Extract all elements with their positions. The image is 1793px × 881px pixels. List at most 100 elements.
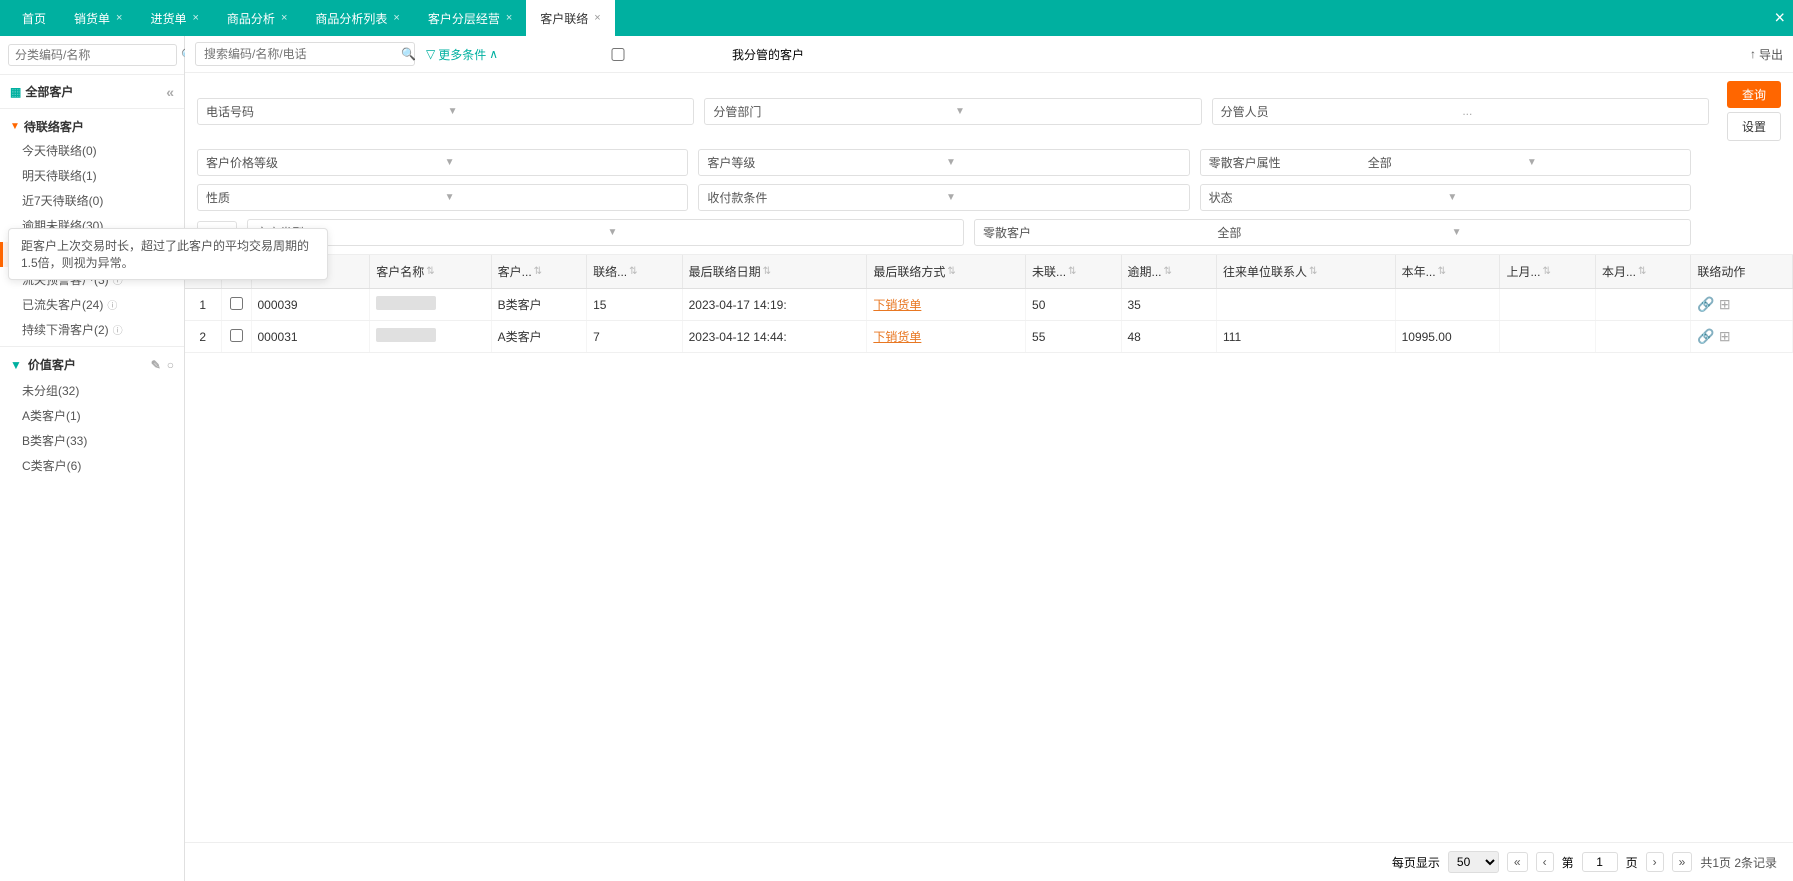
sidebar-item-ungroup[interactable]: 未分组(32) [0, 378, 184, 403]
search-input[interactable] [195, 42, 415, 66]
sidebar-item-b-class[interactable]: B类客户(33) [0, 428, 184, 453]
tab-purchase[interactable]: 进货单 × [136, 0, 212, 36]
edit-value-icon[interactable]: ✎ [151, 358, 161, 372]
type-col-header[interactable]: 客户... ⇅ [491, 255, 586, 289]
pending-contact-group[interactable]: ▼ 待联络客户 [0, 113, 184, 138]
row-action-grid-icon[interactable]: ⊞ [1719, 328, 1731, 345]
row-action-link-icon[interactable]: 🔗 [1697, 328, 1714, 345]
last-date-col-header[interactable]: 最后联络日期 ⇅ [682, 255, 867, 289]
status-field[interactable]: 状态 ▼ [1200, 184, 1691, 211]
unread-sort-icon[interactable]: ⇅ [1068, 266, 1076, 277]
search-filter-icon[interactable]: 🔍 [401, 47, 416, 61]
close-window-btn[interactable]: × [1774, 8, 1785, 29]
sidebar-item-tomorrow[interactable]: 明天待联络(1) [0, 163, 184, 188]
level-field[interactable]: 客户等级 ▼ [698, 149, 1189, 176]
row-last-date: 2023-04-12 14:44: [682, 321, 867, 353]
close-tab-analysis-list[interactable]: × [393, 12, 399, 24]
last-month-sort-icon[interactable]: ⇅ [1542, 266, 1550, 277]
name-col-header[interactable]: 客户名称 ⇅ [370, 255, 491, 289]
reset-btn[interactable]: 设置 [1727, 112, 1781, 141]
tab-customer-contact[interactable]: 客户联络 × [526, 0, 614, 36]
retail-attr-field[interactable]: 零散客户属性 全部 ▼ [1200, 149, 1691, 176]
tab-analysis-list[interactable]: 商品分析列表 × [301, 0, 413, 36]
prev-page-btn[interactable]: ‹ [1536, 852, 1554, 872]
sidebar-item-7days[interactable]: 近7天待联络(0) [0, 188, 184, 213]
row-name [370, 321, 491, 353]
gender-field[interactable]: 性质 ▼ [197, 184, 688, 211]
page-size-select[interactable]: 50 100 200 [1448, 851, 1499, 873]
overdue-sort-icon[interactable]: ⇅ [1164, 266, 1172, 277]
tab-home[interactable]: 首页 [8, 0, 60, 36]
row-action-link-icon[interactable]: 🔗 [1697, 296, 1714, 313]
row-actions: 🔗 ⊞ [1691, 289, 1793, 321]
contacts-sort-icon[interactable]: ⇅ [629, 266, 637, 277]
retail-arrow-icon: ▼ [1452, 227, 1682, 238]
row-checkbox[interactable] [230, 297, 243, 310]
more-conditions-btn[interactable]: ▽ 更多条件 ∧ [426, 46, 498, 63]
this-year-col-header[interactable]: 本年... ⇅ [1395, 255, 1500, 289]
add-value-icon[interactable]: ○ [167, 358, 174, 372]
next-page-btn[interactable]: › [1646, 852, 1664, 872]
page-size-label: 每页显示 [1392, 854, 1440, 871]
sidebar-search-input[interactable] [8, 44, 177, 66]
pagination-bar: 每页显示 50 100 200 « ‹ 第 页 › » 共1页 2条记录 [185, 842, 1793, 881]
contacts-col-header[interactable]: 联络... ⇅ [587, 255, 682, 289]
last-method-col-header[interactable]: 最后联络方式 ⇅ [867, 255, 1026, 289]
this-year-sort-icon[interactable]: ⇅ [1438, 266, 1446, 277]
close-tab-customer-contact[interactable]: × [594, 12, 600, 24]
payment-field[interactable]: 收付款条件 ▼ [698, 184, 1189, 211]
page-input[interactable] [1582, 852, 1618, 872]
this-month-col-header[interactable]: 本月... ⇅ [1595, 255, 1690, 289]
row-last-method[interactable]: 下销货单 [867, 321, 1026, 353]
row-checkbox[interactable] [230, 329, 243, 342]
unit-contact-sort-icon[interactable]: ⇅ [1309, 266, 1317, 277]
price-level-field[interactable]: 客户价格等级 ▼ [197, 149, 688, 176]
sidebar-item-lost[interactable]: 已流失客户(24) ⓘ [0, 292, 184, 317]
close-tab-customer-mgmt[interactable]: × [506, 12, 512, 24]
my-customers-checkbox-label[interactable]: 我分管的客户 [508, 46, 804, 63]
name-sort-icon[interactable]: ⇅ [426, 266, 434, 277]
first-page-btn[interactable]: « [1507, 852, 1528, 872]
close-tab-sales[interactable]: × [116, 12, 122, 24]
declining-info-icon[interactable]: ⓘ [113, 322, 123, 337]
sidebar-search-area: 🔍 [0, 36, 184, 75]
this-month-sort-icon[interactable]: ⇅ [1638, 266, 1646, 277]
phone-field[interactable]: 电话号码 ▼ [197, 98, 694, 125]
last-date-sort-icon[interactable]: ⇅ [763, 266, 771, 277]
sidebar-item-declining[interactable]: 持续下滑客户(2) ⓘ [0, 317, 184, 342]
lost-info-icon[interactable]: ⓘ [107, 297, 117, 312]
sidebar-item-a-class[interactable]: A类客户(1) [0, 403, 184, 428]
retail-field[interactable]: 零散客户 全部 ▼ [974, 219, 1691, 246]
row-num: 1 [185, 289, 221, 321]
last-page-btn[interactable]: » [1672, 852, 1693, 872]
customer-type-field[interactable]: 客户类型 ▼ [247, 219, 964, 246]
tab-sales[interactable]: 销货单 × [60, 0, 136, 36]
export-btn[interactable]: ↑ 导出 [1750, 46, 1783, 63]
type-sort-icon[interactable]: ⇅ [534, 266, 542, 277]
query-btn[interactable]: 查询 [1727, 81, 1781, 108]
row-overdue: 35 [1121, 289, 1216, 321]
sidebar-item-c-class[interactable]: C类客户(6) [0, 453, 184, 478]
sidebar-item-today[interactable]: 今天待联络(0) [0, 138, 184, 163]
filter-bar: 🔍 ▽ 更多条件 ∧ 我分管的客户 ↑ 导出 [185, 36, 1793, 73]
price-level-arrow-icon: ▼ [445, 157, 680, 168]
last-month-col-header[interactable]: 上月... ⇅ [1500, 255, 1595, 289]
collapse-sidebar-btn[interactable]: « [166, 84, 174, 100]
row-action-grid-icon[interactable]: ⊞ [1719, 296, 1731, 313]
tab-customer-mgmt[interactable]: 客户分层经营 × [414, 0, 526, 36]
person-field[interactable]: 分管人员 ... [1212, 98, 1709, 125]
overdue-col-header[interactable]: 逾期... ⇅ [1121, 255, 1216, 289]
unread-col-header[interactable]: 未联... ⇅ [1026, 255, 1121, 289]
person-more-icon[interactable]: ... [1462, 104, 1700, 118]
header-row: ⚙ 客户编码 ⇅ 客户名称 [185, 255, 1793, 289]
close-tab-purchase[interactable]: × [192, 12, 198, 24]
dept-field[interactable]: 分管部门 ▼ [704, 98, 1201, 125]
sidebar-scroll: ▼ 待联络客户 今天待联络(0) 明天待联络(1) 近7天待联络(0) 逾期未联… [0, 109, 184, 881]
last-method-sort-icon[interactable]: ⇅ [947, 266, 955, 277]
row-last-method[interactable]: 下销货单 [867, 289, 1026, 321]
value-customer-group: ▼ 价值客户 ✎ ○ [0, 351, 184, 378]
tab-analysis[interactable]: 商品分析 × [213, 0, 301, 36]
close-tab-analysis[interactable]: × [281, 12, 287, 24]
unit-contact-col-header[interactable]: 往来单位联系人 ⇅ [1216, 255, 1395, 289]
my-customers-checkbox[interactable] [508, 48, 728, 61]
